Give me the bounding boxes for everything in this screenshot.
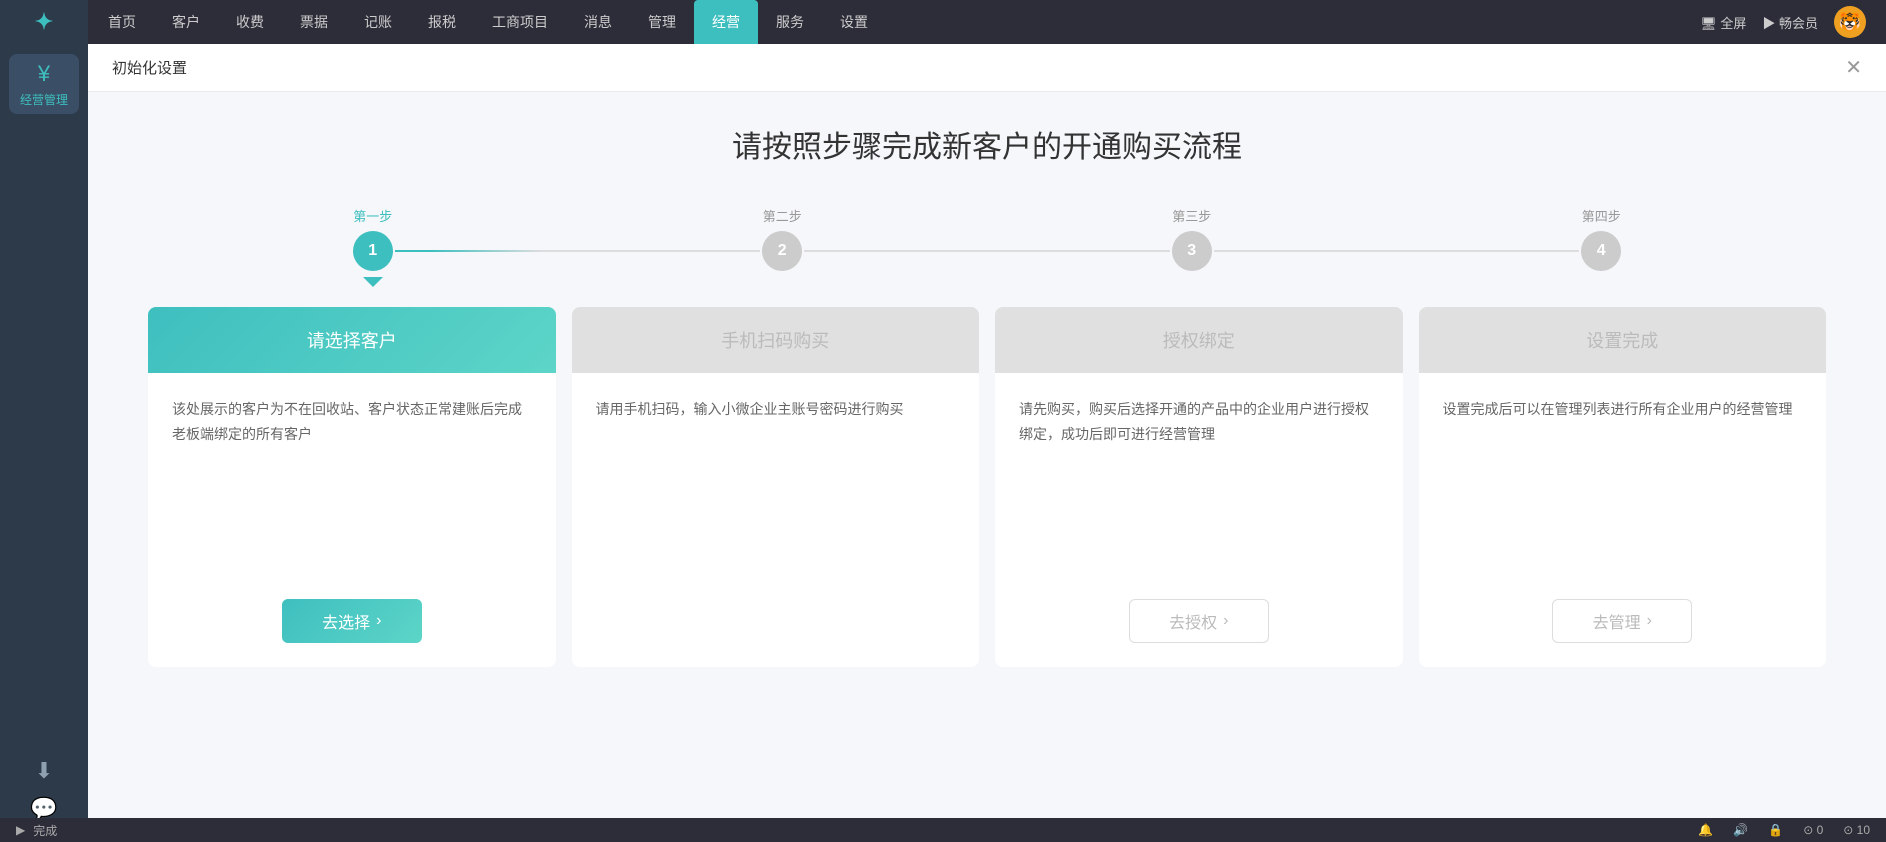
step-4-line-left [1397,250,1580,252]
nav-msg[interactable]: 消息 [566,0,630,44]
play-icon: ▶ [16,823,25,837]
nav-account[interactable]: 记账 [346,0,410,44]
step-3: 第三步 3 [987,206,1397,271]
go-manage-button[interactable]: 去管理 › [1552,599,1692,643]
card-3-header: 授权绑定 [995,307,1403,373]
nav-fee[interactable]: 收费 [218,0,282,44]
nav-customer[interactable]: 客户 [154,0,218,44]
step-3-line-left [987,250,1170,252]
avatar[interactable]: 🐯 [1834,6,1866,38]
card-1-body: 该处展示的客户为不在回收站、客户状态正常建账后完成老板端绑定的所有客户 [148,373,556,583]
step-4: 第四步 4 [1397,206,1807,271]
card-1-footer: 去选择 › [148,583,556,667]
close-button[interactable]: ✕ [1845,55,1862,80]
step-2-label: 第二步 [763,206,802,225]
content-area: 请按照步骤完成新客户的开通购买流程 第一步 1 第二步 2 [88,92,1886,697]
volume-icon[interactable]: 🔊 [1733,823,1748,837]
sidebar-item-label: 经营管理 [20,91,68,108]
status-text: 完成 [33,822,57,839]
main-heading: 请按照步骤完成新客户的开通购买流程 [148,122,1826,166]
step-1-label: 第一步 [353,206,392,225]
nav-settings[interactable]: 设置 [822,0,886,44]
sidebar-item-operate[interactable]: ¥ 经营管理 [9,54,79,114]
fullscreen-btn[interactable]: 🖥 全屏 [1700,13,1746,32]
nav-right: 🖥 全屏 ▶ 畅会员 🐯 [1700,6,1886,38]
card-4-footer: 去管理 › [1419,583,1827,667]
logo-icon: ✦ [35,9,53,35]
yuan-icon: ¥ [38,61,50,87]
nav-items: ✦ 首页 客户 收费 票据 记账 报税 工商项目 消息 管理 经营 服务 设置 [90,0,886,44]
nav-invoice[interactable]: 票据 [282,0,346,44]
status-bar-left: ▶ 完成 [16,822,57,839]
step-1: 第一步 1 [168,206,578,287]
go-select-button[interactable]: 去选择 › [282,599,422,643]
card-1: 请选择客户 该处展示的客户为不在回收站、客户状态正常建账后完成老板端绑定的所有客… [148,307,556,667]
page-header: 初始化设置 ✕ [88,44,1886,92]
step-3-line-right [1214,250,1397,252]
lock-icon[interactable]: 🔒 [1768,823,1783,837]
card-4: 设置完成 设置完成后可以在管理列表进行所有企业用户的经营管理 去管理 › [1419,307,1827,667]
status-bar: ▶ 完成 🔔 🔊 🔒 ⊙ 0 ⊙ 10 [0,818,1886,842]
counter-ten: ⊙ 10 [1843,823,1870,837]
card-2-body: 请用手机扫码，输入小微企业主账号密码进行购买 [572,373,980,627]
card-4-title: 设置完成 [1586,331,1658,351]
page-title: 初始化设置 [112,57,187,78]
card-4-header: 设置完成 [1419,307,1827,373]
step-2-circle: 2 [762,231,802,271]
card-1-header: 请选择客户 [148,307,556,373]
vip-btn[interactable]: ▶ 畅会员 [1762,13,1818,32]
notification-icon[interactable]: 🔔 [1698,823,1713,837]
card-2: 手机扫码购买 请用手机扫码，输入小微企业主账号密码进行购买 [572,307,980,667]
card-2-header: 手机扫码购买 [572,307,980,373]
card-2-title: 手机扫码购买 [721,331,829,351]
card-3-body: 请先购买，购买后选择开通的产品中的企业用户进行授权绑定，成功后即可进行经营管理 [995,373,1403,583]
steps-row: 第一步 1 第二步 2 第三步 [148,206,1826,287]
step-1-circle: 1 [353,231,393,271]
sidebar: ¥ 经营管理 ⬇ 💬 [0,44,88,842]
top-nav: ✦ 首页 客户 收费 票据 记账 报税 工商项目 消息 管理 经营 服务 设置 … [0,0,1886,44]
card-3-title: 授权绑定 [1163,331,1235,351]
step-2-line-right [804,250,987,252]
nav-operate[interactable]: 经营 [694,0,758,44]
go-authorize-button[interactable]: 去授权 › [1129,599,1269,643]
nav-service[interactable]: 服务 [758,0,822,44]
step-2-line-left [578,250,761,252]
card-3-footer: 去授权 › [995,583,1403,667]
step-4-circle: 4 [1581,231,1621,271]
nav-manage[interactable]: 管理 [630,0,694,44]
counter-zero: ⊙ 0 [1803,823,1823,837]
status-bar-right: 🔔 🔊 🔒 ⊙ 0 ⊙ 10 [1698,823,1870,837]
cards-container: 请选择客户 该处展示的客户为不在回收站、客户状态正常建账后完成老板端绑定的所有客… [148,307,1826,667]
step-3-circle: 3 [1172,231,1212,271]
nav-biz[interactable]: 工商项目 [474,0,566,44]
step-1-arrow [363,277,383,287]
nav-home[interactable]: 首页 [90,0,154,44]
download-icon[interactable]: ⬇ [35,758,53,784]
step-3-label: 第三步 [1172,206,1211,225]
step-2: 第二步 2 [578,206,988,277]
main-area: 初始化设置 ✕ 请按照步骤完成新客户的开通购买流程 第一步 1 第二步 2 [88,44,1886,818]
nav-tax[interactable]: 报税 [410,0,474,44]
card-4-body: 设置完成后可以在管理列表进行所有企业用户的经营管理 [1419,373,1827,583]
card-1-title: 请选择客户 [307,331,397,351]
sidebar-bottom: ⬇ 💬 [30,758,57,822]
step-4-label: 第四步 [1582,206,1621,225]
card-2-footer [572,627,980,667]
step-1-line [395,250,578,252]
card-3: 授权绑定 请先购买，购买后选择开通的产品中的企业用户进行授权绑定，成功后即可进行… [995,307,1403,667]
